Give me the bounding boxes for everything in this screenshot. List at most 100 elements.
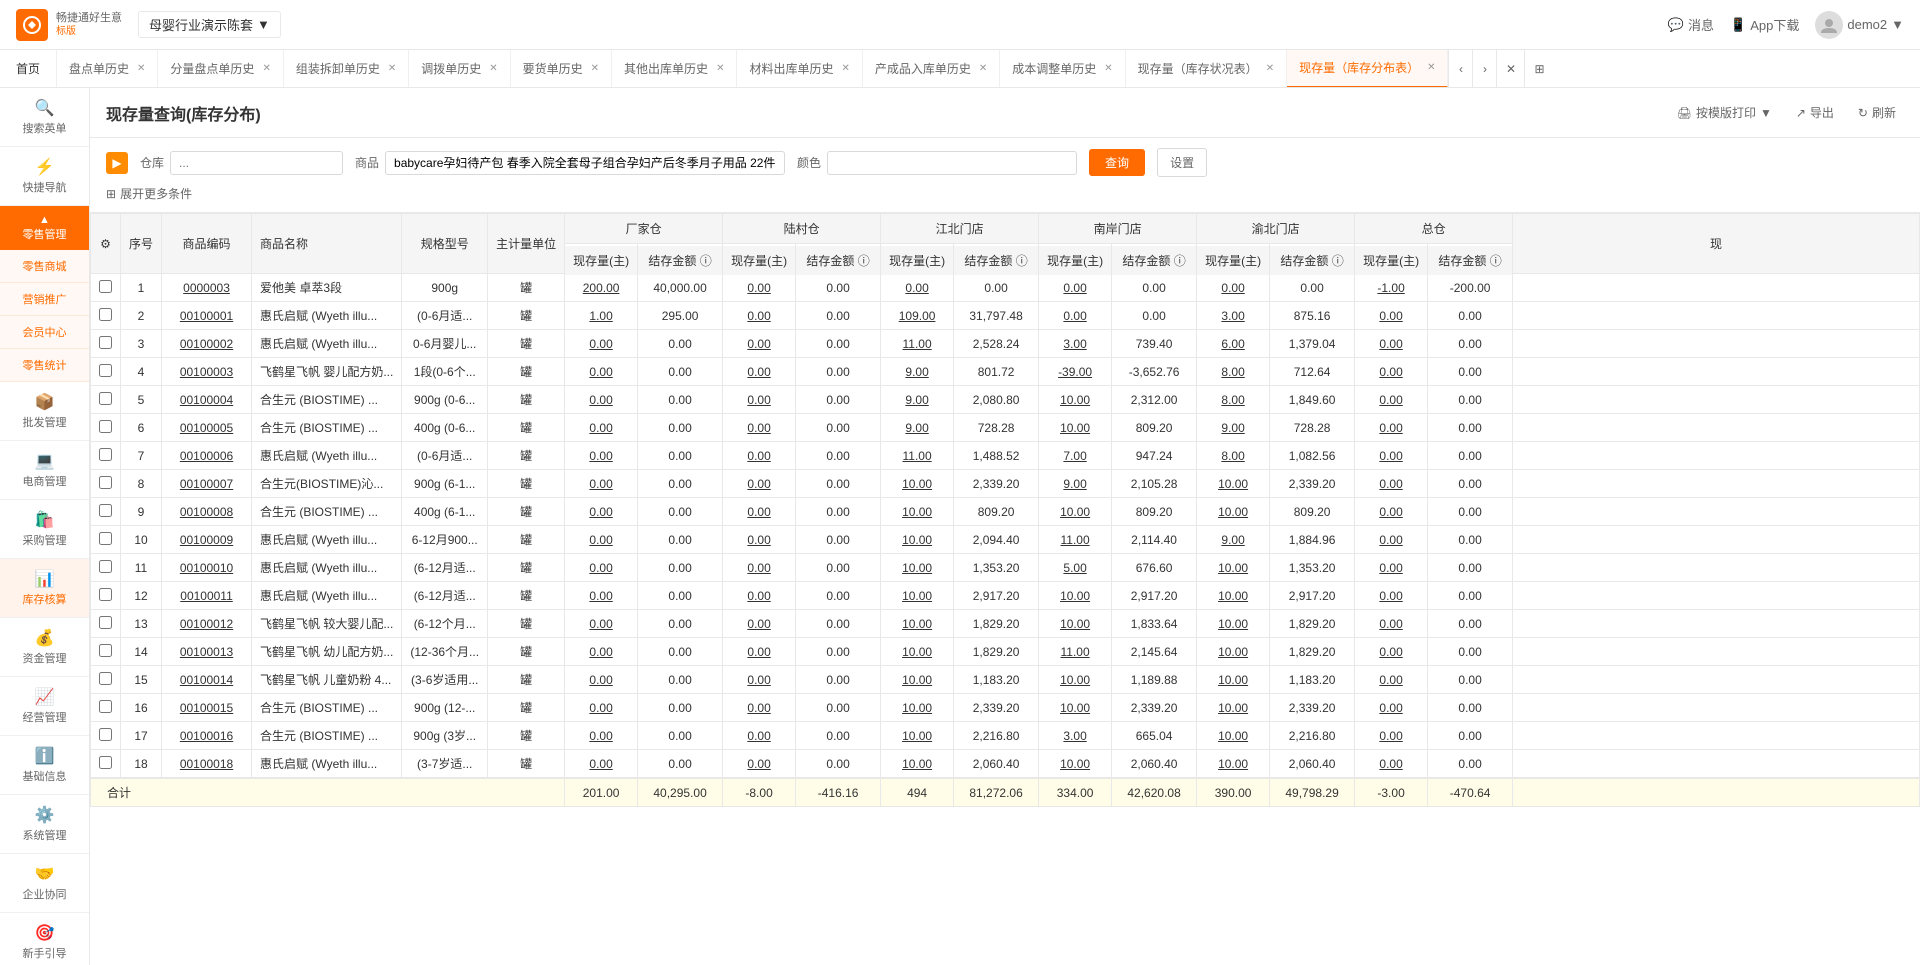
sidebar-item-marketing[interactable]: 营销推广 <box>0 283 89 316</box>
user-menu[interactable]: demo2 ▼ <box>1815 11 1904 39</box>
row-jb-qty: 10.00 <box>881 694 954 722</box>
row-checkbox[interactable] <box>91 442 121 470</box>
tab-close-cailiaochuku[interactable]: ✕ <box>841 63 849 74</box>
row-checkbox[interactable] <box>91 554 121 582</box>
row-tot-qty: 0.00 <box>1355 750 1428 779</box>
tab-close-chanchengpin[interactable]: ✕ <box>979 63 987 74</box>
nav-expand-btn[interactable]: ⊞ <box>1525 50 1553 88</box>
sidebar-item-collab[interactable]: 🤝 企业协同 <box>0 854 89 913</box>
row-code: 0000003 <box>162 274 252 302</box>
tab-close-chenben[interactable]: ✕ <box>1104 63 1112 74</box>
nav-close-all-btn[interactable]: ✕ <box>1497 50 1525 88</box>
sidebar-item-member[interactable]: 会员中心 <box>0 316 89 349</box>
row-cj-qty: 0.00 <box>565 498 638 526</box>
print-btn[interactable]: 🖨 按模版打印 ▼ <box>1669 100 1780 125</box>
tab-home[interactable]: 首页 <box>0 50 57 88</box>
row-lc-qty: 0.00 <box>723 526 796 554</box>
tab-chenben[interactable]: 成本调整单历史 ✕ <box>1000 50 1125 88</box>
sidebar-item-system[interactable]: ⚙️ 系统管理 <box>0 795 89 854</box>
nav-next-btn[interactable]: › <box>1473 50 1497 88</box>
row-checkbox[interactable] <box>91 498 121 526</box>
tab-cailiaochuku[interactable]: 材料出库单历史 ✕ <box>737 50 862 88</box>
expand-more-btn[interactable]: ⊞ 展开更多条件 <box>106 185 1904 202</box>
tab-xiancunliang-fen[interactable]: 现存量（库存分布表） ✕ <box>1287 50 1448 88</box>
row-checkbox[interactable] <box>91 330 121 358</box>
sidebar-item-wholesale[interactable]: 📦 批发管理 <box>0 382 89 441</box>
sidebar-item-finance[interactable]: 💰 资金管理 <box>0 618 89 677</box>
settings-btn[interactable]: 设置 <box>1157 148 1207 177</box>
row-checkbox[interactable] <box>91 274 121 302</box>
tab-close-diaopo[interactable]: ✕ <box>489 63 497 74</box>
row-na-amt: 809.20 <box>1112 414 1197 442</box>
export-btn[interactable]: ↗ 导出 <box>1788 100 1842 125</box>
filter-toggle-btn[interactable]: ▶ <box>106 152 128 174</box>
row-na-qty: 10.00 <box>1039 498 1112 526</box>
sidebar-item-retailstat[interactable]: 零售统计 <box>0 349 89 382</box>
goods-input[interactable] <box>385 151 785 175</box>
logo-text: 畅捷通好生意 标版 <box>56 11 122 38</box>
refresh-btn[interactable]: ↻ 刷新 <box>1850 100 1904 125</box>
row-tot-amt: 0.00 <box>1428 330 1513 358</box>
row-checkbox[interactable] <box>91 582 121 610</box>
sidebar-item-basic[interactable]: ℹ️ 基础信息 <box>0 736 89 795</box>
query-btn[interactable]: 查询 <box>1089 149 1145 176</box>
sidebar-item-purchase[interactable]: 🛍️ 采购管理 <box>0 500 89 559</box>
row-checkbox[interactable] <box>91 414 121 442</box>
row-checkbox[interactable] <box>91 358 121 386</box>
th-settings[interactable]: ⚙ <box>91 214 121 274</box>
tab-close-qtaochuku[interactable]: ✕ <box>716 63 724 74</box>
table-container[interactable]: ⚙ 序号 商品编码 商品名称 规格型号 主计量单位 厂家仓 陆村仓 江北门店 南… <box>90 213 1920 965</box>
row-checkbox[interactable] <box>91 526 121 554</box>
row-na-qty: 7.00 <box>1039 442 1112 470</box>
row-checkbox[interactable] <box>91 302 121 330</box>
row-unit: 罐 <box>488 386 565 414</box>
row-cj-qty: 0.00 <box>565 358 638 386</box>
row-checkbox[interactable] <box>91 694 121 722</box>
sidebar-item-operation[interactable]: 📈 经营管理 <box>0 677 89 736</box>
app-download-btn[interactable]: 📱 App下载 <box>1730 15 1799 34</box>
sidebar-item-mall[interactable]: 零售商城 <box>0 250 89 283</box>
tab-yaohuo[interactable]: 要货单历史 ✕ <box>511 50 612 88</box>
tab-pandian[interactable]: 盘点单历史 ✕ <box>57 50 158 88</box>
tab-close-zuzhuan[interactable]: ✕ <box>388 63 396 74</box>
color-input[interactable] <box>827 151 1077 175</box>
tab-close-yaohuo[interactable]: ✕ <box>591 63 599 74</box>
row-checkbox[interactable] <box>91 386 121 414</box>
sidebar-item-ecommerce[interactable]: 💻 电商管理 <box>0 441 89 500</box>
row-checkbox[interactable] <box>91 610 121 638</box>
sidebar-item-search[interactable]: 🔍 搜索英单 <box>0 88 89 147</box>
row-tot-qty: 0.00 <box>1355 470 1428 498</box>
row-yb-qty: 8.00 <box>1197 358 1270 386</box>
tab-diaopo[interactable]: 调拨单历史 ✕ <box>409 50 510 88</box>
row-name: 合生元 (BIOSTIME) ... <box>252 386 402 414</box>
tab-close-xiancunliang-fen[interactable]: ✕ <box>1427 62 1435 73</box>
row-checkbox[interactable] <box>91 638 121 666</box>
row-checkbox[interactable] <box>91 470 121 498</box>
tab-close-fenpandian[interactable]: ✕ <box>262 63 270 74</box>
warehouse-input[interactable] <box>170 151 343 175</box>
sidebar-item-quicknav[interactable]: ⚡ 快捷导航 <box>0 147 89 206</box>
tab-zuzhuan[interactable]: 组装拆卸单历史 ✕ <box>284 50 409 88</box>
tab-qtaochuku[interactable]: 其他出库单历史 ✕ <box>612 50 737 88</box>
row-checkbox[interactable] <box>91 722 121 750</box>
content-area: 现存量查询(库存分布) 🖨 按模版打印 ▼ ↗ 导出 ↻ 刷新 <box>90 88 1920 965</box>
sidebar-item-newuser[interactable]: 🎯 新手引导 <box>0 913 89 965</box>
row-lc-amt: 0.00 <box>796 498 881 526</box>
tab-chanchengpin[interactable]: 产成品入库单历史 ✕ <box>863 50 1000 88</box>
tab-close-pandian[interactable]: ✕ <box>137 63 145 74</box>
dropdown-selector[interactable]: 母婴行业演示陈套 ▼ <box>138 11 281 38</box>
tab-xiancunliang-kuang[interactable]: 现存量（库存状况表） ✕ <box>1126 50 1287 88</box>
tab-fenpandian[interactable]: 分量盘点单历史 ✕ <box>158 50 283 88</box>
nav-prev-btn[interactable]: ‹ <box>1449 50 1473 88</box>
row-checkbox[interactable] <box>91 666 121 694</box>
row-checkbox[interactable] <box>91 750 121 779</box>
row-lc-amt: 0.00 <box>796 414 881 442</box>
row-cj-qty: 0.00 <box>565 414 638 442</box>
sidebar-item-inventory[interactable]: 📊 库存核算 <box>0 559 89 618</box>
tab-close-xiancunliang-kuang[interactable]: ✕ <box>1266 63 1274 74</box>
row-code: 00100005 <box>162 414 252 442</box>
message-btn[interactable]: 💬 消息 <box>1668 15 1714 34</box>
row-lc-qty: 0.00 <box>723 610 796 638</box>
sidebar-item-retail[interactable]: ▲ 零售管理 <box>0 206 89 250</box>
row-yb-qty: 10.00 <box>1197 722 1270 750</box>
